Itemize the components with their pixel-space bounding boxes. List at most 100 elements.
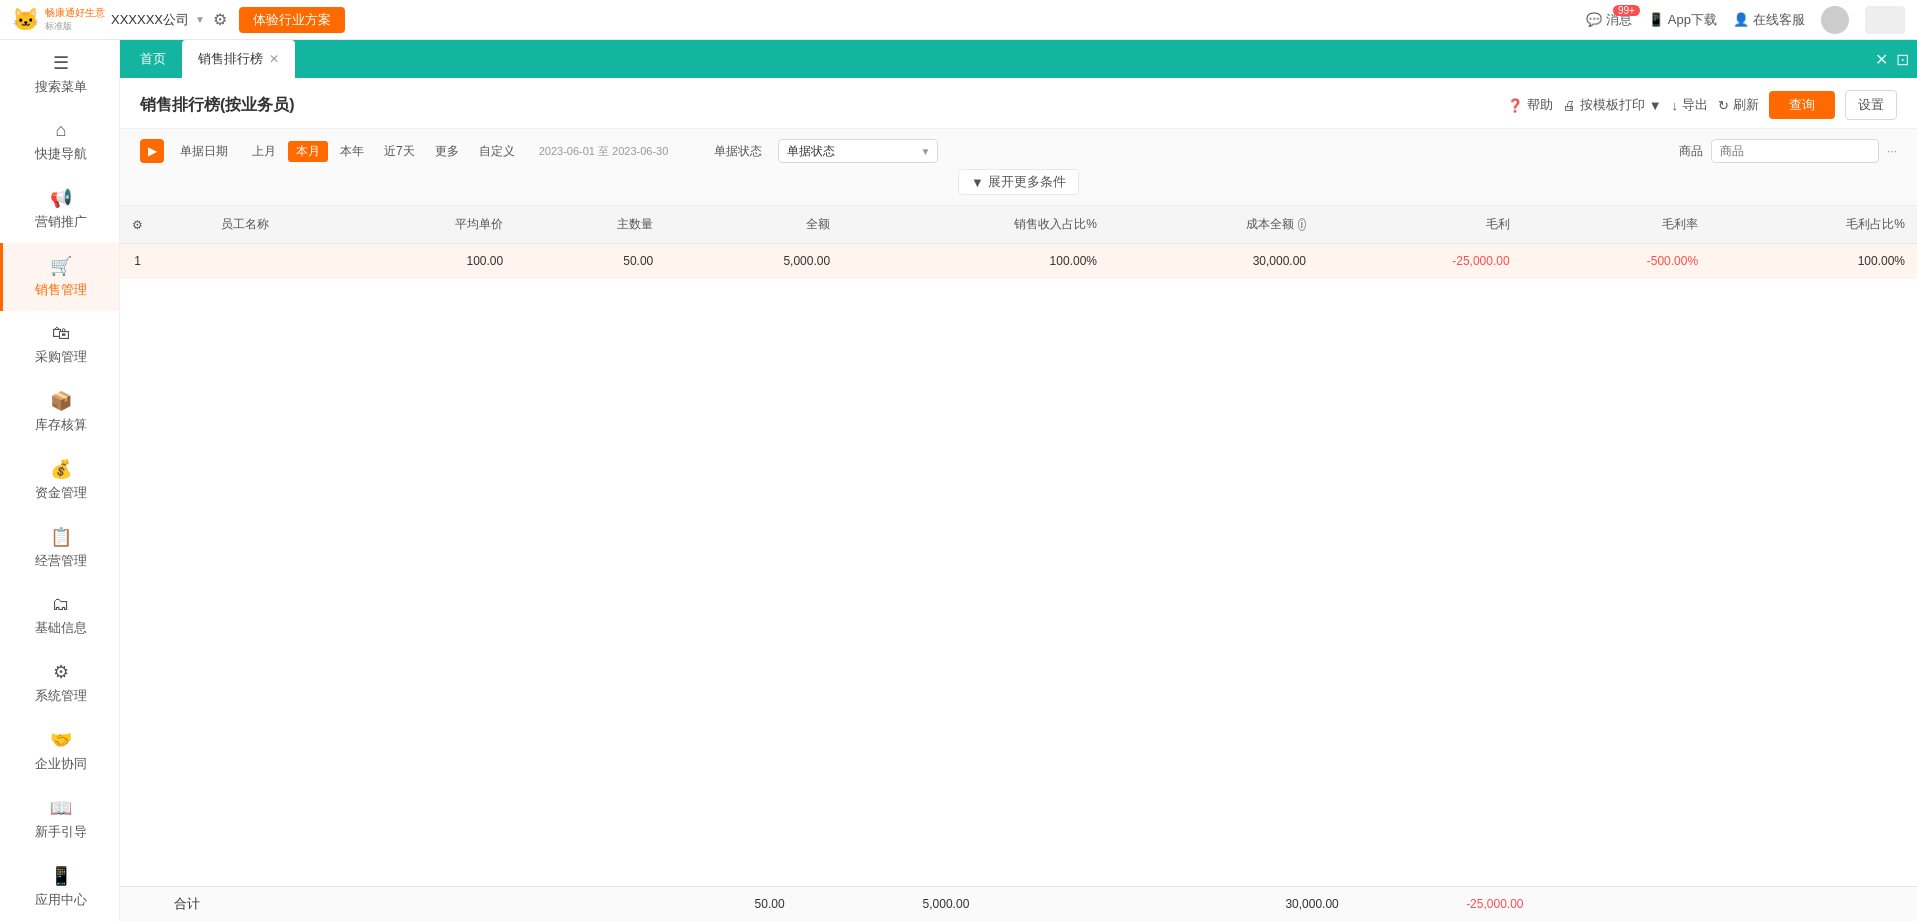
chevron-down-icon[interactable]: ▼ xyxy=(195,14,205,25)
status-filter-group: 单据状态 xyxy=(714,143,762,160)
status-select[interactable]: 单据状态 xyxy=(778,139,938,163)
export-button[interactable]: ↓ 导出 xyxy=(1672,96,1709,114)
sidebar-item-marketing[interactable]: 📢 营销推广 xyxy=(0,175,119,243)
expand-button[interactable]: ▼ 展开更多条件 xyxy=(958,169,1079,195)
app-icon: 📱 xyxy=(1648,12,1664,27)
company-selector[interactable]: 🐱 畅康通好生意 标准版 XXXXXX公司 ▼ xyxy=(12,6,205,33)
col-profit-rate: 毛利率 xyxy=(1522,206,1711,244)
cell-profit-pct: 100.00% xyxy=(1710,244,1917,279)
brand-area: 畅康通好生意 标准版 xyxy=(45,6,105,33)
goods-more-icon[interactable]: ··· xyxy=(1887,144,1897,158)
try-button[interactable]: 体验行业方案 xyxy=(239,7,345,33)
sidebar-label-search-orders: 搜索菜单 xyxy=(35,78,87,96)
sidebar-item-quick-nav[interactable]: ⌂ 快捷导航 xyxy=(0,108,119,175)
brand-edition: 标准版 xyxy=(45,20,105,33)
message-icon: 💬 xyxy=(1586,12,1602,27)
col-amount: 全额 xyxy=(665,206,842,244)
page-actions: ❓ 帮助 🖨 按模板打印 ▼ ↓ 导出 ↻ 刷新 xyxy=(1507,90,1897,120)
sidebar-icon-quick-nav: ⌂ xyxy=(56,120,67,141)
col-cost: 成本全额 i xyxy=(1109,206,1318,244)
cell-sales-pct: 100.00% xyxy=(842,244,1109,279)
status-label: 单据状态 xyxy=(714,144,762,158)
sidebar-icon-marketing: 📢 xyxy=(50,187,72,209)
filter-toggle-btn[interactable]: ▶ xyxy=(140,139,164,163)
sidebar-item-search-orders[interactable]: ☰ 搜索菜单 xyxy=(0,40,119,108)
table-footer: 合计 50.00 5,000.00 30,000.00 -25,000.00 xyxy=(120,886,1917,921)
logo-icon: 🐱 xyxy=(12,7,39,33)
col-avg-price: 平均单价 xyxy=(335,206,515,244)
app-download-button[interactable]: 📱 App下载 xyxy=(1648,11,1717,29)
print-button[interactable]: 🖨 按模板打印 ▼ xyxy=(1563,96,1662,114)
sidebar-icon-system-mgmt: ⚙ xyxy=(53,661,69,683)
goods-filter-group: 商品 ··· xyxy=(1679,139,1897,163)
footer-label: 合计 xyxy=(162,895,427,913)
sidebar-item-enterprise[interactable]: 🤝 企业协同 xyxy=(0,717,119,785)
page-header: 销售排行榜(按业务员) ❓ 帮助 🖨 按模板打印 ▼ ↓ 导出 xyxy=(120,78,1917,129)
tab-home[interactable]: 首页 xyxy=(124,40,182,78)
sidebar-item-basic-info[interactable]: 🗂 基础信息 xyxy=(0,582,119,649)
print-chevron-icon: ▼ xyxy=(1649,98,1662,113)
tab-close-window-icon[interactable]: ✕ xyxy=(1875,50,1888,69)
service-icon: 👤 xyxy=(1733,12,1749,27)
sales-rank-tab-label: 销售排行榜 xyxy=(198,50,263,68)
sidebar-item-guide[interactable]: 📖 新手引导 xyxy=(0,785,119,853)
date-opt-lastmonth[interactable]: 上月 xyxy=(244,141,284,162)
sidebar-item-system-mgmt[interactable]: ⚙ 系统管理 xyxy=(0,649,119,717)
footer-amount: 5,000.00 xyxy=(797,897,982,911)
settings-icon-btn[interactable]: ⚙ xyxy=(213,10,227,29)
refresh-button[interactable]: ↻ 刷新 xyxy=(1718,96,1759,114)
table-header-row: ⚙ 员工名称 平均单价 主数量 全额 销售收入占比% 成本全额 i 毛利 毛利率… xyxy=(120,206,1917,244)
date-options: 上月 本月 本年 近7天 更多 自定义 xyxy=(244,141,523,162)
date-opt-7days[interactable]: 近7天 xyxy=(376,141,423,162)
tab-sales-rank[interactable]: 销售排行榜 ✕ xyxy=(182,40,295,78)
help-button[interactable]: ❓ 帮助 xyxy=(1507,96,1553,114)
date-opt-thisyear[interactable]: 本年 xyxy=(332,141,372,162)
cell-name xyxy=(155,244,335,279)
table-row[interactable]: 1 100.00 50.00 5,000.00 100.00% 30,000.0… xyxy=(120,244,1917,279)
date-opt-more[interactable]: 更多 xyxy=(427,141,467,162)
online-service-button[interactable]: 👤 在线客服 xyxy=(1733,11,1805,29)
cell-qty: 50.00 xyxy=(515,244,665,279)
col-qty: 主数量 xyxy=(515,206,665,244)
sidebar-item-operations[interactable]: 📋 经营管理 xyxy=(0,514,119,582)
sidebar-label-inventory: 库存核算 xyxy=(35,416,87,434)
sidebar-icon-app-center: 📱 xyxy=(50,865,72,887)
sidebar-icon-finance: 💰 xyxy=(50,458,72,480)
tab-close-icon[interactable]: ✕ xyxy=(269,52,279,66)
sidebar-item-app-center[interactable]: 📱 应用中心 xyxy=(0,853,119,921)
date-range-text: 2023-06-01 至 2023-06-30 xyxy=(539,144,669,159)
message-button[interactable]: 💬 消息 99+ xyxy=(1586,11,1632,29)
status-select-wrap: 单据状态 xyxy=(778,139,938,163)
sidebar-label-finance: 资金管理 xyxy=(35,484,87,502)
cell-cost: 30,000.00 xyxy=(1109,244,1318,279)
sidebar-label-app-center: 应用中心 xyxy=(35,891,87,909)
tab-restore-icon[interactable]: ⊡ xyxy=(1896,50,1909,69)
sidebar-label-operations: 经营管理 xyxy=(35,552,87,570)
col-settings[interactable]: ⚙ xyxy=(120,206,155,244)
settings-button[interactable]: 设置 xyxy=(1845,90,1897,120)
date-opt-thismonth[interactable]: 本月 xyxy=(288,141,328,162)
avatar[interactable] xyxy=(1821,6,1849,34)
col-sales-pct: 销售收入占比% xyxy=(842,206,1109,244)
sidebar-label-purchase-mgmt: 采购管理 xyxy=(35,348,87,366)
goods-input[interactable] xyxy=(1711,139,1879,163)
sidebar-item-inventory[interactable]: 📦 库存核算 xyxy=(0,378,119,446)
table-wrap: ⚙ 员工名称 平均单价 主数量 全额 销售收入占比% 成本全额 i 毛利 毛利率… xyxy=(120,206,1917,886)
date-range-display: 2023-06-01 至 2023-06-30 xyxy=(539,144,669,159)
sidebar-label-basic-info: 基础信息 xyxy=(35,619,87,637)
query-button[interactable]: 查询 xyxy=(1769,91,1835,119)
sidebar-icon-enterprise: 🤝 xyxy=(50,729,72,751)
filter-bar: ▶ 单据日期 上月 本月 本年 近7天 更多 自定义 2023-06-01 至 … xyxy=(120,129,1917,206)
message-badge: 99+ xyxy=(1613,5,1640,16)
date-opt-custom[interactable]: 自定义 xyxy=(471,141,523,162)
sidebar-label-sales-mgmt: 销售管理 xyxy=(35,281,87,299)
col-profit: 毛利 xyxy=(1318,206,1522,244)
user-name-area xyxy=(1865,6,1905,34)
main-layout: ☰ 搜索菜单 ⌂ 快捷导航 📢 营销推广 🛒 销售管理 🛍 采购管理 📦 库存核… xyxy=(0,40,1917,921)
sidebar-item-purchase-mgmt[interactable]: 🛍 采购管理 xyxy=(0,311,119,378)
cell-profit: -25,000.00 xyxy=(1318,244,1522,279)
expand-icon: ▼ xyxy=(971,175,984,190)
sidebar-label-enterprise: 企业协同 xyxy=(35,755,87,773)
sidebar-item-sales-mgmt[interactable]: 🛒 销售管理 xyxy=(0,243,119,311)
sidebar-item-finance[interactable]: 💰 资金管理 xyxy=(0,446,119,514)
